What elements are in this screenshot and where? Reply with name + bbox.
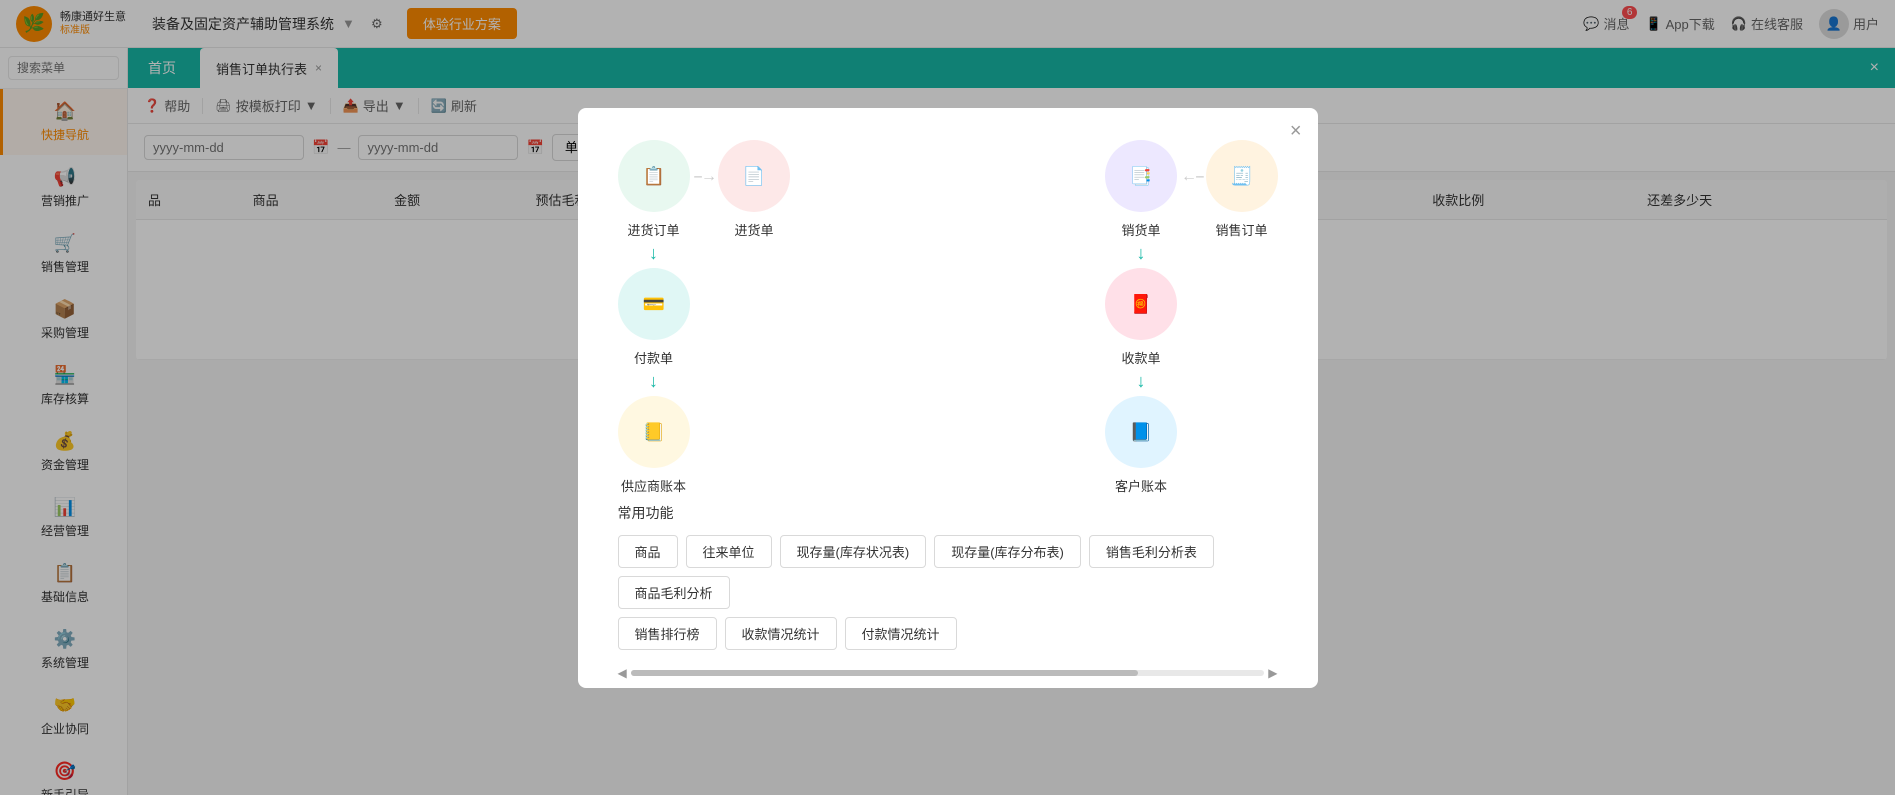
scroll-thumb [631, 670, 1138, 676]
purchase-order-label: 进货订单 [627, 220, 679, 239]
func-btn-付款情况统计[interactable]: 付款情况统计 [845, 617, 957, 650]
purchase-order-icon: 📋 [618, 140, 690, 212]
func-btn-收款情况统计[interactable]: 收款情况统计 [725, 617, 837, 650]
arrow-down4: ↓ [1136, 371, 1145, 392]
func-btn-销售排行榜[interactable]: 销售排行榜 [618, 617, 717, 650]
svg-text:📑: 📑 [1130, 165, 1152, 186]
payment-label: 付款单 [634, 348, 673, 367]
func-row-1: 商品往来单位现存量(库存状况表)现存量(库存分布表)销售毛利分析表商品毛利分析 [618, 535, 1278, 609]
svg-text:📄: 📄 [743, 165, 765, 186]
customer-account-label: 客户账本 [1115, 476, 1167, 495]
scroll-bar: ◀ ▶ [618, 666, 1278, 680]
sales-order-label: 销售订单 [1215, 220, 1267, 239]
func-btn-商品[interactable]: 商品 [618, 535, 678, 568]
purchase-bill-col: 📄 进货单 [718, 140, 790, 239]
purchase-bill-icon: 📄 [718, 140, 790, 212]
supplier-account-label: 供应商账本 [621, 476, 686, 495]
flow-receipt: 🧧 收款单 [1105, 268, 1177, 367]
func-btn-现存量(库存分布表)[interactable]: 现存量(库存分布表) [934, 535, 1081, 568]
svg-text:💳: 💳 [642, 294, 664, 314]
quick-nav-modal: × 📋 进货订单 ↓ 💳 [578, 108, 1318, 688]
func-row-2: 销售排行榜收款情况统计付款情况统计 [618, 617, 1278, 650]
flow-purchase-bill: 📄 进货单 [718, 140, 790, 239]
left-flow-col: 📋 进货订单 ↓ 💳 付款单 ↓ [618, 140, 690, 495]
svg-text:🧾: 🧾 [1230, 165, 1252, 186]
func-btn-往来单位[interactable]: 往来单位 [686, 535, 772, 568]
flow-sales-bill: 📑 销货单 [1105, 140, 1177, 239]
common-funcs-title: 常用功能 [618, 503, 1278, 523]
arrow-down1: ↓ [649, 243, 658, 264]
sales-order-icon: 🧾 [1206, 140, 1278, 212]
arrow-down2: ↓ [649, 371, 658, 392]
sales-order-col: 🧾 销售订单 [1206, 140, 1278, 239]
sales-bill-col: 📑 销货单 ↓ 🧧 收款单 ↓ [1105, 140, 1177, 495]
flow-supplier-account: 📒 供应商账本 [618, 396, 690, 495]
payment-icon: 💳 [618, 268, 690, 340]
flow-payment: 💳 付款单 [618, 268, 690, 367]
modal-close-btn[interactable]: × [1290, 120, 1302, 143]
scroll-left-btn[interactable]: ◀ [618, 666, 627, 680]
svg-text:📋: 📋 [642, 165, 664, 186]
func-btn-销售毛利分析表[interactable]: 销售毛利分析表 [1089, 535, 1214, 568]
svg-text:📘: 📘 [1130, 422, 1152, 442]
func-btn-现存量(库存状况表)[interactable]: 现存量(库存状况表) [780, 535, 927, 568]
sales-bill-icon: 📑 [1105, 140, 1177, 212]
modal-overlay[interactable]: × 📋 进货订单 ↓ 💳 [0, 0, 1895, 795]
svg-text:🧧: 🧧 [1130, 293, 1152, 314]
arrow-right1-area: - - → [694, 140, 715, 186]
flow-sales-order: 🧾 销售订单 [1206, 140, 1278, 239]
receipt-label: 收款单 [1121, 348, 1160, 367]
receipt-icon: 🧧 [1105, 268, 1177, 340]
svg-text:📒: 📒 [642, 422, 664, 442]
purchase-bill-label: 进货单 [735, 220, 774, 239]
flow-purchase-order: 📋 进货订单 [618, 140, 690, 239]
arrow-down3: ↓ [1136, 243, 1145, 264]
sales-bill-label: 销货单 [1121, 220, 1160, 239]
scroll-track [631, 670, 1265, 676]
supplier-account-icon: 📒 [618, 396, 690, 468]
common-funcs-section: 常用功能 商品往来单位现存量(库存状况表)现存量(库存分布表)销售毛利分析表商品… [618, 503, 1278, 650]
scroll-right-btn[interactable]: ▶ [1268, 666, 1277, 680]
arrow-left1-area: ← - - [1181, 140, 1202, 186]
func-btn-商品毛利分析[interactable]: 商品毛利分析 [618, 576, 730, 609]
flow-customer-account: 📘 客户账本 [1105, 396, 1177, 495]
customer-account-icon: 📘 [1105, 396, 1177, 468]
